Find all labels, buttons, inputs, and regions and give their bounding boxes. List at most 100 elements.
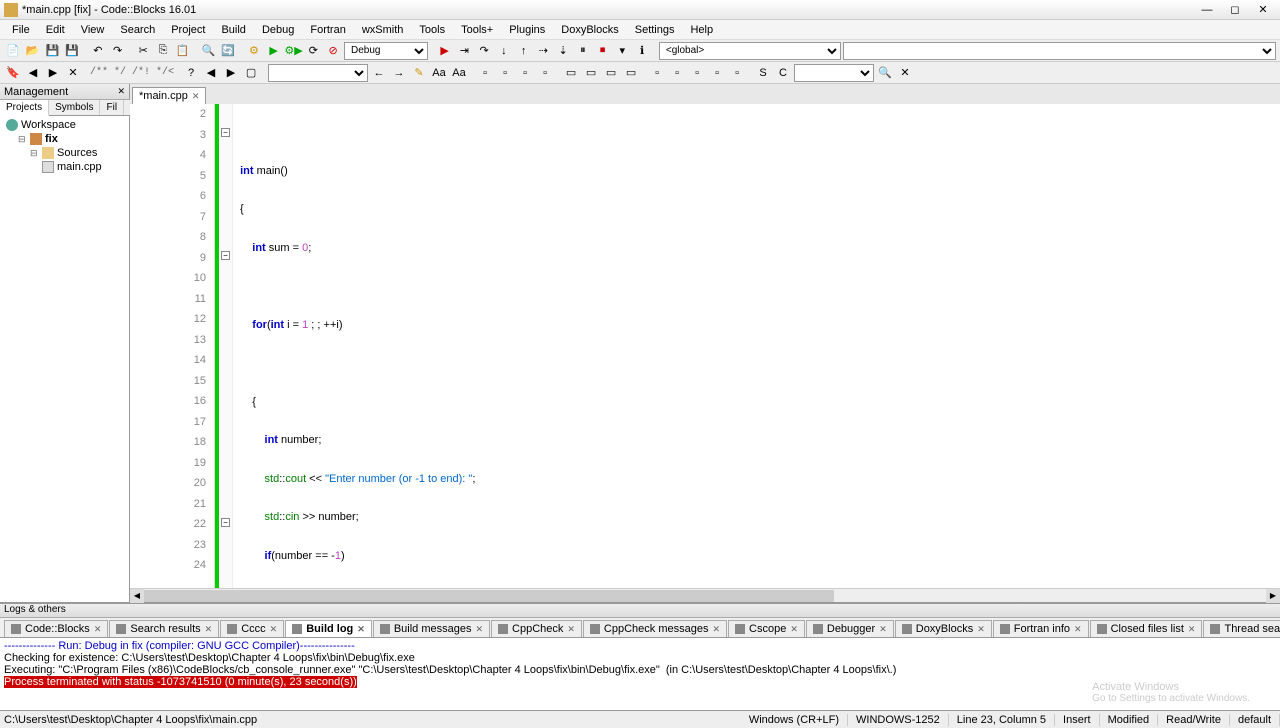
tree-workspace[interactable]: Workspace (2, 118, 127, 132)
search-clear-icon[interactable]: ✕ (896, 64, 914, 82)
menu-debug[interactable]: Debug (254, 22, 302, 38)
close-icon[interactable]: ✕ (357, 624, 365, 635)
tab-files[interactable]: Fil (100, 100, 124, 115)
menu-file[interactable]: File (4, 22, 38, 38)
close-icon[interactable]: ✕ (977, 624, 985, 635)
log-tab-buildmsg[interactable]: Build messages✕ (373, 620, 490, 637)
log-tab-codeblocks[interactable]: Code::Blocks✕ (4, 620, 108, 637)
log-tab-cppcheck[interactable]: CppCheck✕ (491, 620, 582, 637)
undo-icon[interactable]: ↶ (89, 42, 107, 60)
menu-build[interactable]: Build (213, 22, 253, 38)
paste-icon[interactable]: 📋 (174, 42, 192, 60)
redo-icon[interactable]: ↷ (109, 42, 127, 60)
management-close-icon[interactable]: ✕ (117, 86, 125, 97)
tb-icon-11[interactable]: ▫ (688, 64, 706, 82)
scroll-thumb[interactable] (144, 590, 834, 602)
build-config-select[interactable]: Debug (344, 42, 428, 60)
menu-doxyblocks[interactable]: DoxyBlocks (553, 22, 626, 38)
close-icon[interactable]: ✕ (475, 624, 483, 635)
frame-icon[interactable]: ▢ (242, 64, 260, 82)
horizontal-scrollbar[interactable]: ◀ ▶ (130, 588, 1280, 602)
fold-icon[interactable]: − (221, 251, 230, 260)
nav-fwd-icon[interactable]: → (390, 64, 408, 82)
tree-folder-sources[interactable]: ⊟Sources (2, 146, 127, 160)
close-icon[interactable]: ✕ (712, 624, 720, 635)
debug-info-icon[interactable]: ℹ (633, 42, 651, 60)
debug-break-icon[interactable]: ⏸ (574, 42, 592, 60)
tb-icon-2[interactable]: ▫ (496, 64, 514, 82)
select-icon[interactable]: Aa (430, 64, 448, 82)
close-icon[interactable]: ✕ (270, 624, 278, 635)
fold-icon[interactable]: − (221, 128, 230, 137)
abort-icon[interactable]: ⊘ (324, 42, 342, 60)
menu-search[interactable]: Search (112, 22, 163, 38)
scroll-left-icon[interactable]: ◀ (130, 589, 144, 603)
code-area[interactable]: 23456789101112131415161718192021222324 −… (130, 104, 1280, 588)
fwd-icon[interactable]: ▶ (222, 64, 240, 82)
bp-prev-icon[interactable]: ◀ (24, 64, 42, 82)
close-icon[interactable]: ✕ (879, 624, 887, 635)
menu-view[interactable]: View (73, 22, 113, 38)
tb-icon-13[interactable]: ▫ (728, 64, 746, 82)
bp-toggle-icon[interactable]: 🔖 (4, 64, 22, 82)
log-tab-debugger[interactable]: Debugger✕ (806, 620, 894, 637)
buildrun-icon[interactable]: ⚙▶ (285, 42, 303, 60)
log-tab-fortran[interactable]: Fortran info✕ (993, 620, 1089, 637)
tb-icon-9[interactable]: ▫ (648, 64, 666, 82)
close-icon[interactable]: ✕ (567, 624, 575, 635)
file-tab-close-icon[interactable]: ✕ (192, 91, 200, 102)
debug-next-icon[interactable]: ↷ (475, 42, 493, 60)
bp-next-icon[interactable]: ▶ (44, 64, 62, 82)
menu-fortran[interactable]: Fortran (302, 22, 353, 38)
maximize-button[interactable]: ◻ (1222, 2, 1248, 18)
close-icon[interactable]: ✕ (1074, 624, 1082, 635)
menu-project[interactable]: Project (163, 22, 213, 38)
log-tab-cccc[interactable]: Cccc✕ (220, 620, 284, 637)
menu-wxsmith[interactable]: wxSmith (354, 22, 412, 38)
close-icon[interactable]: ✕ (205, 624, 213, 635)
log-tab-thread[interactable]: Thread search✕ (1203, 620, 1280, 637)
log-tab-buildlog[interactable]: Build log✕ (285, 620, 372, 637)
menu-plugins[interactable]: Plugins (501, 22, 553, 38)
tb-icon-7[interactable]: ▭ (602, 64, 620, 82)
close-icon[interactable]: ✕ (1188, 624, 1196, 635)
fold-icon[interactable]: − (221, 518, 230, 527)
back-icon[interactable]: ◀ (202, 64, 220, 82)
close-icon[interactable]: ✕ (790, 624, 798, 635)
debug-stepinst-icon[interactable]: ⇣ (554, 42, 572, 60)
tb-icon-8[interactable]: ▭ (622, 64, 640, 82)
nav-back-icon[interactable]: ← (370, 64, 388, 82)
search-opts-icon[interactable]: 🔍 (876, 64, 894, 82)
menu-tools[interactable]: Tools (411, 22, 453, 38)
close-button[interactable]: ✕ (1250, 2, 1276, 18)
search-select[interactable] (794, 64, 874, 82)
tb-icon-3[interactable]: ▫ (516, 64, 534, 82)
run-icon[interactable]: ▶ (265, 42, 283, 60)
log-tab-cscope[interactable]: Cscope✕ (728, 620, 805, 637)
debug-stepout-icon[interactable]: ↑ (515, 42, 533, 60)
tab-projects[interactable]: Projects (0, 100, 49, 116)
file-tab-main[interactable]: *main.cpp ✕ (132, 87, 206, 104)
rebuild-icon[interactable]: ⟳ (305, 42, 323, 60)
tb-icon-6[interactable]: ▭ (582, 64, 600, 82)
log-tab-cppcheckmsg[interactable]: CppCheck messages✕ (583, 620, 727, 637)
log-tab-closed[interactable]: Closed files list✕ (1090, 620, 1203, 637)
cut-icon[interactable]: ✂ (134, 42, 152, 60)
debug-windows-icon[interactable]: ▾ (613, 42, 631, 60)
menu-edit[interactable]: Edit (38, 22, 73, 38)
symbol-select[interactable]: <global> (659, 42, 841, 60)
menu-toolsplus[interactable]: Tools+ (453, 22, 501, 38)
copy-icon[interactable]: ⎘ (154, 42, 172, 60)
tb-icon-4[interactable]: ▫ (536, 64, 554, 82)
scroll-right-icon[interactable]: ▶ (1266, 589, 1280, 603)
symbol-select-2[interactable] (843, 42, 1276, 60)
tb-s-icon[interactable]: S (754, 64, 772, 82)
tree-file-main[interactable]: main.cpp (2, 160, 127, 174)
debug-stop-icon[interactable]: ⏹ (594, 42, 612, 60)
debug-stepin-icon[interactable]: ↓ (495, 42, 513, 60)
debug-runcursor-icon[interactable]: ⇥ (455, 42, 473, 60)
menu-help[interactable]: Help (682, 22, 721, 38)
tb-icon-1[interactable]: ▫ (476, 64, 494, 82)
tb-icon-12[interactable]: ▫ (708, 64, 726, 82)
build-icon[interactable]: ⚙ (245, 42, 263, 60)
